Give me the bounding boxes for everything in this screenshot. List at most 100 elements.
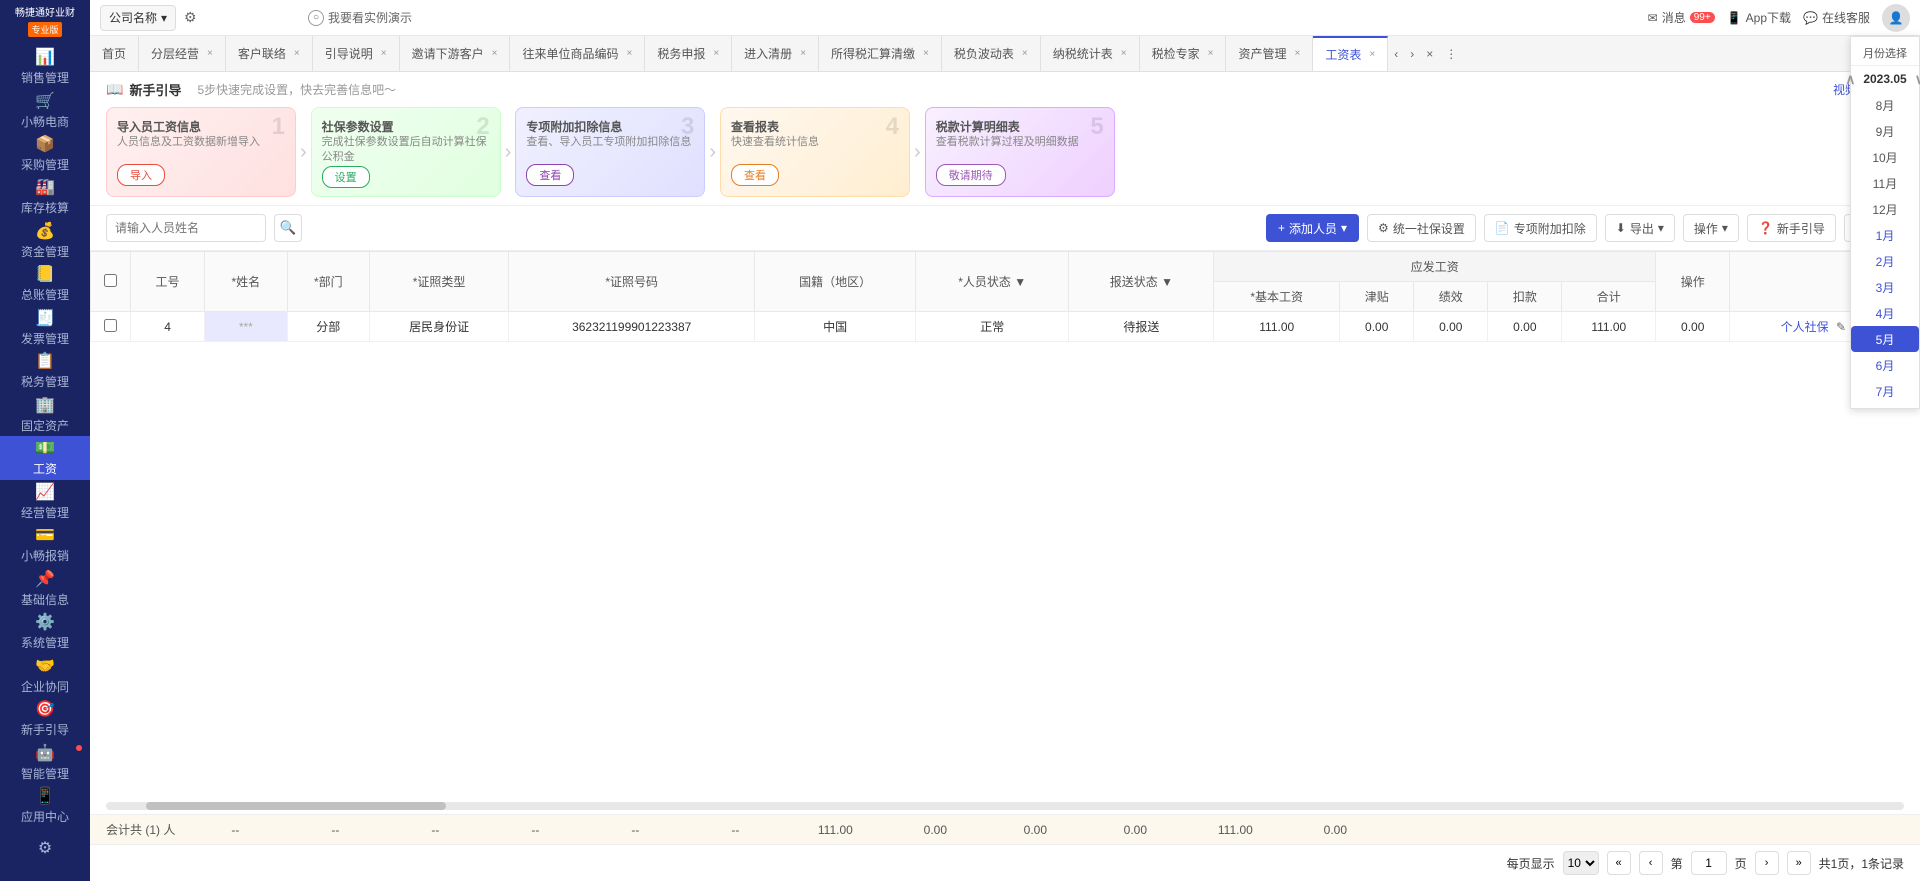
sidebar-item-operations[interactable]: 📈 经营管理 (0, 480, 90, 523)
step-5-btn[interactable]: 敬请期待 (936, 164, 1006, 186)
tab-tax-burden[interactable]: 税负波动表 × (942, 36, 1041, 72)
add-staff-button[interactable]: + 添加人员 ▾ (1266, 214, 1359, 242)
close-tab-guide-icon[interactable]: × (381, 48, 387, 59)
export-button[interactable]: ⬇ 导出 ▾ (1605, 214, 1675, 242)
month-item-10[interactable]: 10月 (1851, 144, 1919, 170)
sidebar-item-system[interactable]: ⚙️ 系统管理 (0, 610, 90, 653)
tab-clearance[interactable]: 进入清册 × (732, 36, 819, 72)
close-tab-tax-icon[interactable]: × (713, 48, 719, 59)
tab-income-tax[interactable]: 所得税汇算清缴 × (819, 36, 942, 72)
sidebar-item-ai[interactable]: 🤖 智能管理 (0, 741, 90, 784)
sidebar-item-collab[interactable]: 🤝 企业协同 (0, 654, 90, 697)
search-button[interactable]: 🔍 (274, 214, 302, 242)
sidebar-item-finance[interactable]: 💰 资金管理 (0, 219, 90, 262)
month-item-7[interactable]: 7月 (1851, 378, 1919, 404)
user-avatar[interactable]: 👤 (1882, 4, 1910, 32)
month-item-9[interactable]: 9月 (1851, 118, 1919, 144)
personal-insurance-link[interactable]: 个人社保 (1781, 320, 1829, 334)
sidebar-item-salary[interactable]: 💵 工资 (0, 436, 90, 479)
settings-gear-icon[interactable]: ⚙ (184, 9, 197, 26)
sidebar-settings[interactable]: ⚙ (0, 828, 90, 871)
tab-guide-desc[interactable]: 引导说明 × (313, 36, 400, 72)
close-tab-layered-icon[interactable]: × (207, 48, 213, 59)
month-item-8[interactable]: 8月 (1851, 92, 1919, 118)
tab-layered[interactable]: 分层经营 × (139, 36, 226, 72)
uniform-settings-button[interactable]: ⚙ 统一社保设置 (1367, 214, 1476, 242)
message-btn[interactable]: ✉ 消息 99+ (1648, 9, 1715, 26)
tab-prev-nav[interactable]: ‹ (1388, 47, 1404, 61)
tab-next-nav[interactable]: › (1404, 47, 1420, 61)
search-input[interactable] (106, 214, 266, 242)
company-selector[interactable]: 公司名称 ▾ (100, 5, 176, 31)
step-3-btn[interactable]: 查看 (526, 164, 574, 186)
month-item-12[interactable]: 12月 (1851, 196, 1919, 222)
step-4-btn[interactable]: 查看 (731, 164, 779, 186)
row-select-checkbox[interactable] (104, 319, 117, 332)
sidebar-item-app-center[interactable]: 📱 应用中心 (0, 784, 90, 827)
prev-page-btn[interactable]: ‹ (1639, 851, 1663, 875)
tab-tax-expert[interactable]: 税检专家 × (1140, 36, 1227, 72)
close-tab-stats-icon[interactable]: × (1121, 48, 1127, 59)
special-deduction-button[interactable]: 📄 专项附加扣除 (1484, 214, 1597, 242)
tab-product-code[interactable]: 往来单位商品编码 × (510, 36, 645, 72)
close-tab-clearance-icon[interactable]: × (800, 48, 806, 59)
tab-invite[interactable]: 邀请下游客户 × (400, 36, 511, 72)
month-item-3[interactable]: 3月 (1851, 274, 1919, 300)
close-tab-invite-icon[interactable]: × (492, 48, 498, 59)
sidebar-item-expense[interactable]: 💳 小畅报销 (0, 523, 90, 566)
sidebar-item-guide[interactable]: 🎯 新手引导 (0, 697, 90, 740)
month-item-6[interactable]: 6月 (1851, 352, 1919, 378)
close-tab-customer-icon[interactable]: × (294, 48, 300, 59)
tab-more-nav[interactable]: ⋮ (1439, 47, 1463, 61)
operation-button[interactable]: 操作 ▾ (1683, 214, 1739, 242)
step-1-btn[interactable]: 导入 (117, 164, 165, 186)
month-item-11[interactable]: 11月 (1851, 170, 1919, 196)
sidebar-item-assets[interactable]: 🏢 固定资产 (0, 393, 90, 436)
horizontal-scrollbar[interactable] (106, 802, 1904, 810)
next-page-btn[interactable]: › (1755, 851, 1779, 875)
status-filter-icon[interactable]: ▼ (1014, 275, 1026, 289)
th-allowance: 津贴 (1340, 282, 1414, 312)
demo-link[interactable]: ○ 我要看实例演示 (308, 9, 412, 26)
tab-close-all[interactable]: × (1420, 47, 1439, 61)
step-2-btn[interactable]: 设置 (322, 166, 370, 188)
scroll-thumb[interactable] (146, 802, 446, 810)
send-filter-icon[interactable]: ▼ (1161, 275, 1173, 289)
sidebar-item-invoice[interactable]: 🧾 发票管理 (0, 306, 90, 349)
sidebar-item-tax[interactable]: 📋 税务管理 (0, 349, 90, 392)
per-page-select[interactable]: 10 20 50 (1563, 851, 1599, 875)
page-input[interactable] (1691, 851, 1727, 875)
edit-icon[interactable]: ✎ (1836, 320, 1846, 334)
sidebar-item-purchase[interactable]: 📦 采购管理 (0, 132, 90, 175)
close-tab-expert-icon[interactable]: × (1208, 48, 1214, 59)
tab-salary-table[interactable]: 工资表 × (1313, 36, 1388, 72)
close-tab-product-icon[interactable]: × (626, 48, 632, 59)
sidebar-item-inventory[interactable]: 🏭 库存核算 (0, 175, 90, 218)
first-page-btn[interactable]: « (1607, 851, 1631, 875)
month-item-5[interactable]: 5月 (1851, 326, 1919, 352)
close-tab-income-icon[interactable]: × (923, 48, 929, 59)
close-tab-asset-icon[interactable]: × (1294, 48, 1300, 59)
close-tab-salary-icon[interactable]: × (1369, 49, 1375, 60)
tab-home[interactable]: 首页 (90, 36, 139, 72)
sidebar-item-sales[interactable]: 📊 销售管理 (0, 45, 90, 88)
app-download-btn[interactable]: 📱 App下载 (1727, 9, 1791, 26)
month-item-4[interactable]: 4月 (1851, 300, 1919, 326)
tab-customer[interactable]: 客户联络 × (226, 36, 313, 72)
tab-tax-return[interactable]: 税务申报 × (645, 36, 732, 72)
sidebar-item-ecommerce[interactable]: 🛒 小畅电商 (0, 88, 90, 131)
sidebar-item-basic-info[interactable]: 📌 基础信息 (0, 567, 90, 610)
month-prev-icon[interactable]: ∧ (1841, 70, 1859, 88)
tab-asset-mgmt[interactable]: 资产管理 × (1226, 36, 1313, 72)
month-item-2[interactable]: 2月 (1851, 248, 1919, 274)
month-item-1[interactable]: 1月 (1851, 222, 1919, 248)
online-service-btn[interactable]: 💬 在线客服 (1803, 9, 1870, 26)
tab-tax-stats[interactable]: 纳税统计表 × (1041, 36, 1140, 72)
select-all-checkbox[interactable] (104, 274, 117, 287)
topbar-right: ✉ 消息 99+ 📱 App下载 💬 在线客服 👤 (1648, 4, 1910, 32)
guide-button[interactable]: ❓ 新手引导 (1747, 214, 1836, 242)
close-tab-burden-icon[interactable]: × (1022, 48, 1028, 59)
sidebar-item-ledger[interactable]: 📒 总账管理 (0, 262, 90, 305)
last-page-btn[interactable]: » (1787, 851, 1811, 875)
month-next-icon[interactable]: ∨ (1911, 70, 1920, 88)
